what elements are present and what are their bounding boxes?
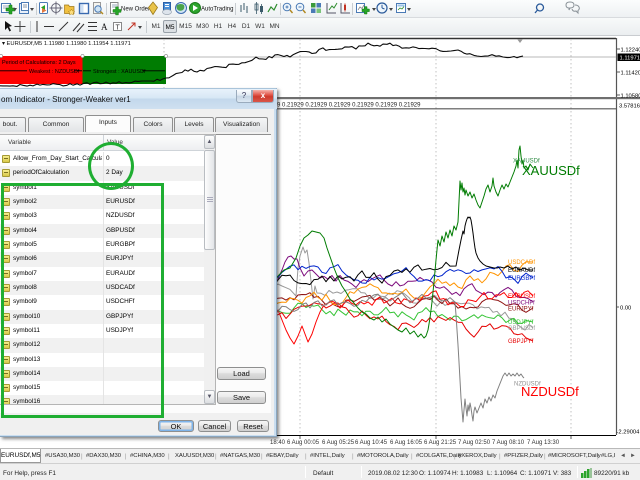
svg-text:9 0.21929 0.21929 0.21929 0.21: 9 0.21929 0.21929 0.21929 0.21929 0.2192… (277, 103, 421, 109)
svg-text:▾ EURUSDf,M5 1.11980 1.11980: ▾ EURUSDf,M5 1.11980 1.11980 1.11954 1.1… (2, 41, 131, 47)
svg-text:XAUUSDf: XAUUSDf (522, 163, 580, 178)
svg-text:GBPJPYf: GBPJPYf (508, 339, 534, 345)
svg-text:6 Aug 10:45: 6 Aug 10:45 (355, 440, 388, 446)
svg-text:-2.29004: -2.29004 (617, 430, 640, 436)
svg-text:AutoTrading: AutoTrading (201, 7, 233, 13)
svg-text:7 Aug 02:50: 7 Aug 02:50 (458, 440, 491, 446)
svg-text:7 Aug 08:10: 7 Aug 08:10 (492, 440, 525, 446)
svg-text:New Order: New Order (121, 7, 150, 13)
svg-text:1.11971: 1.11971 (620, 56, 640, 62)
svg-text:0.00: 0.00 (620, 306, 631, 312)
svg-text:T: T (116, 25, 121, 32)
svg-text:Strongest : XAUUSDf: Strongest : XAUUSDf (93, 69, 146, 75)
svg-text:GBPUSDf: GBPUSDf (508, 326, 535, 332)
svg-text:USDCADf: USDCADf (508, 260, 535, 266)
svg-text:7 Aug 13:30: 7 Aug 13:30 (527, 440, 560, 446)
svg-text:NZDUSDf: NZDUSDf (521, 384, 579, 399)
svg-text:6 Aug 16:05: 6 Aug 16:05 (390, 440, 423, 446)
svg-text:EURUSDf: EURUSDf (508, 294, 535, 300)
svg-text:6 Aug 21:25: 6 Aug 21:25 (424, 440, 457, 446)
svg-text:Weakest : NZDUSDf: Weakest : NZDUSDf (29, 69, 80, 75)
svg-text:1.10580: 1.10580 (621, 94, 640, 100)
svg-text:1.12240: 1.12240 (621, 48, 640, 54)
svg-text:18:40: 18:40 (270, 440, 286, 446)
svg-text:6 Aug 00:05: 6 Aug 00:05 (287, 440, 320, 446)
svg-text:EURJPYf: EURJPYf (508, 307, 534, 313)
svg-text:EURGBPf: EURGBPf (508, 276, 535, 282)
svg-text:A: A (101, 22, 108, 32)
svg-text:Period of Calculations: 2 Days: Period of Calculations: 2 Days (2, 60, 76, 66)
svg-text:1.11420: 1.11420 (621, 71, 640, 77)
svg-text:EURAUDf: EURAUDf (508, 268, 535, 274)
svg-text:6 Aug 05:25: 6 Aug 05:25 (322, 440, 355, 446)
svg-text:3.57816: 3.57816 (619, 104, 640, 110)
